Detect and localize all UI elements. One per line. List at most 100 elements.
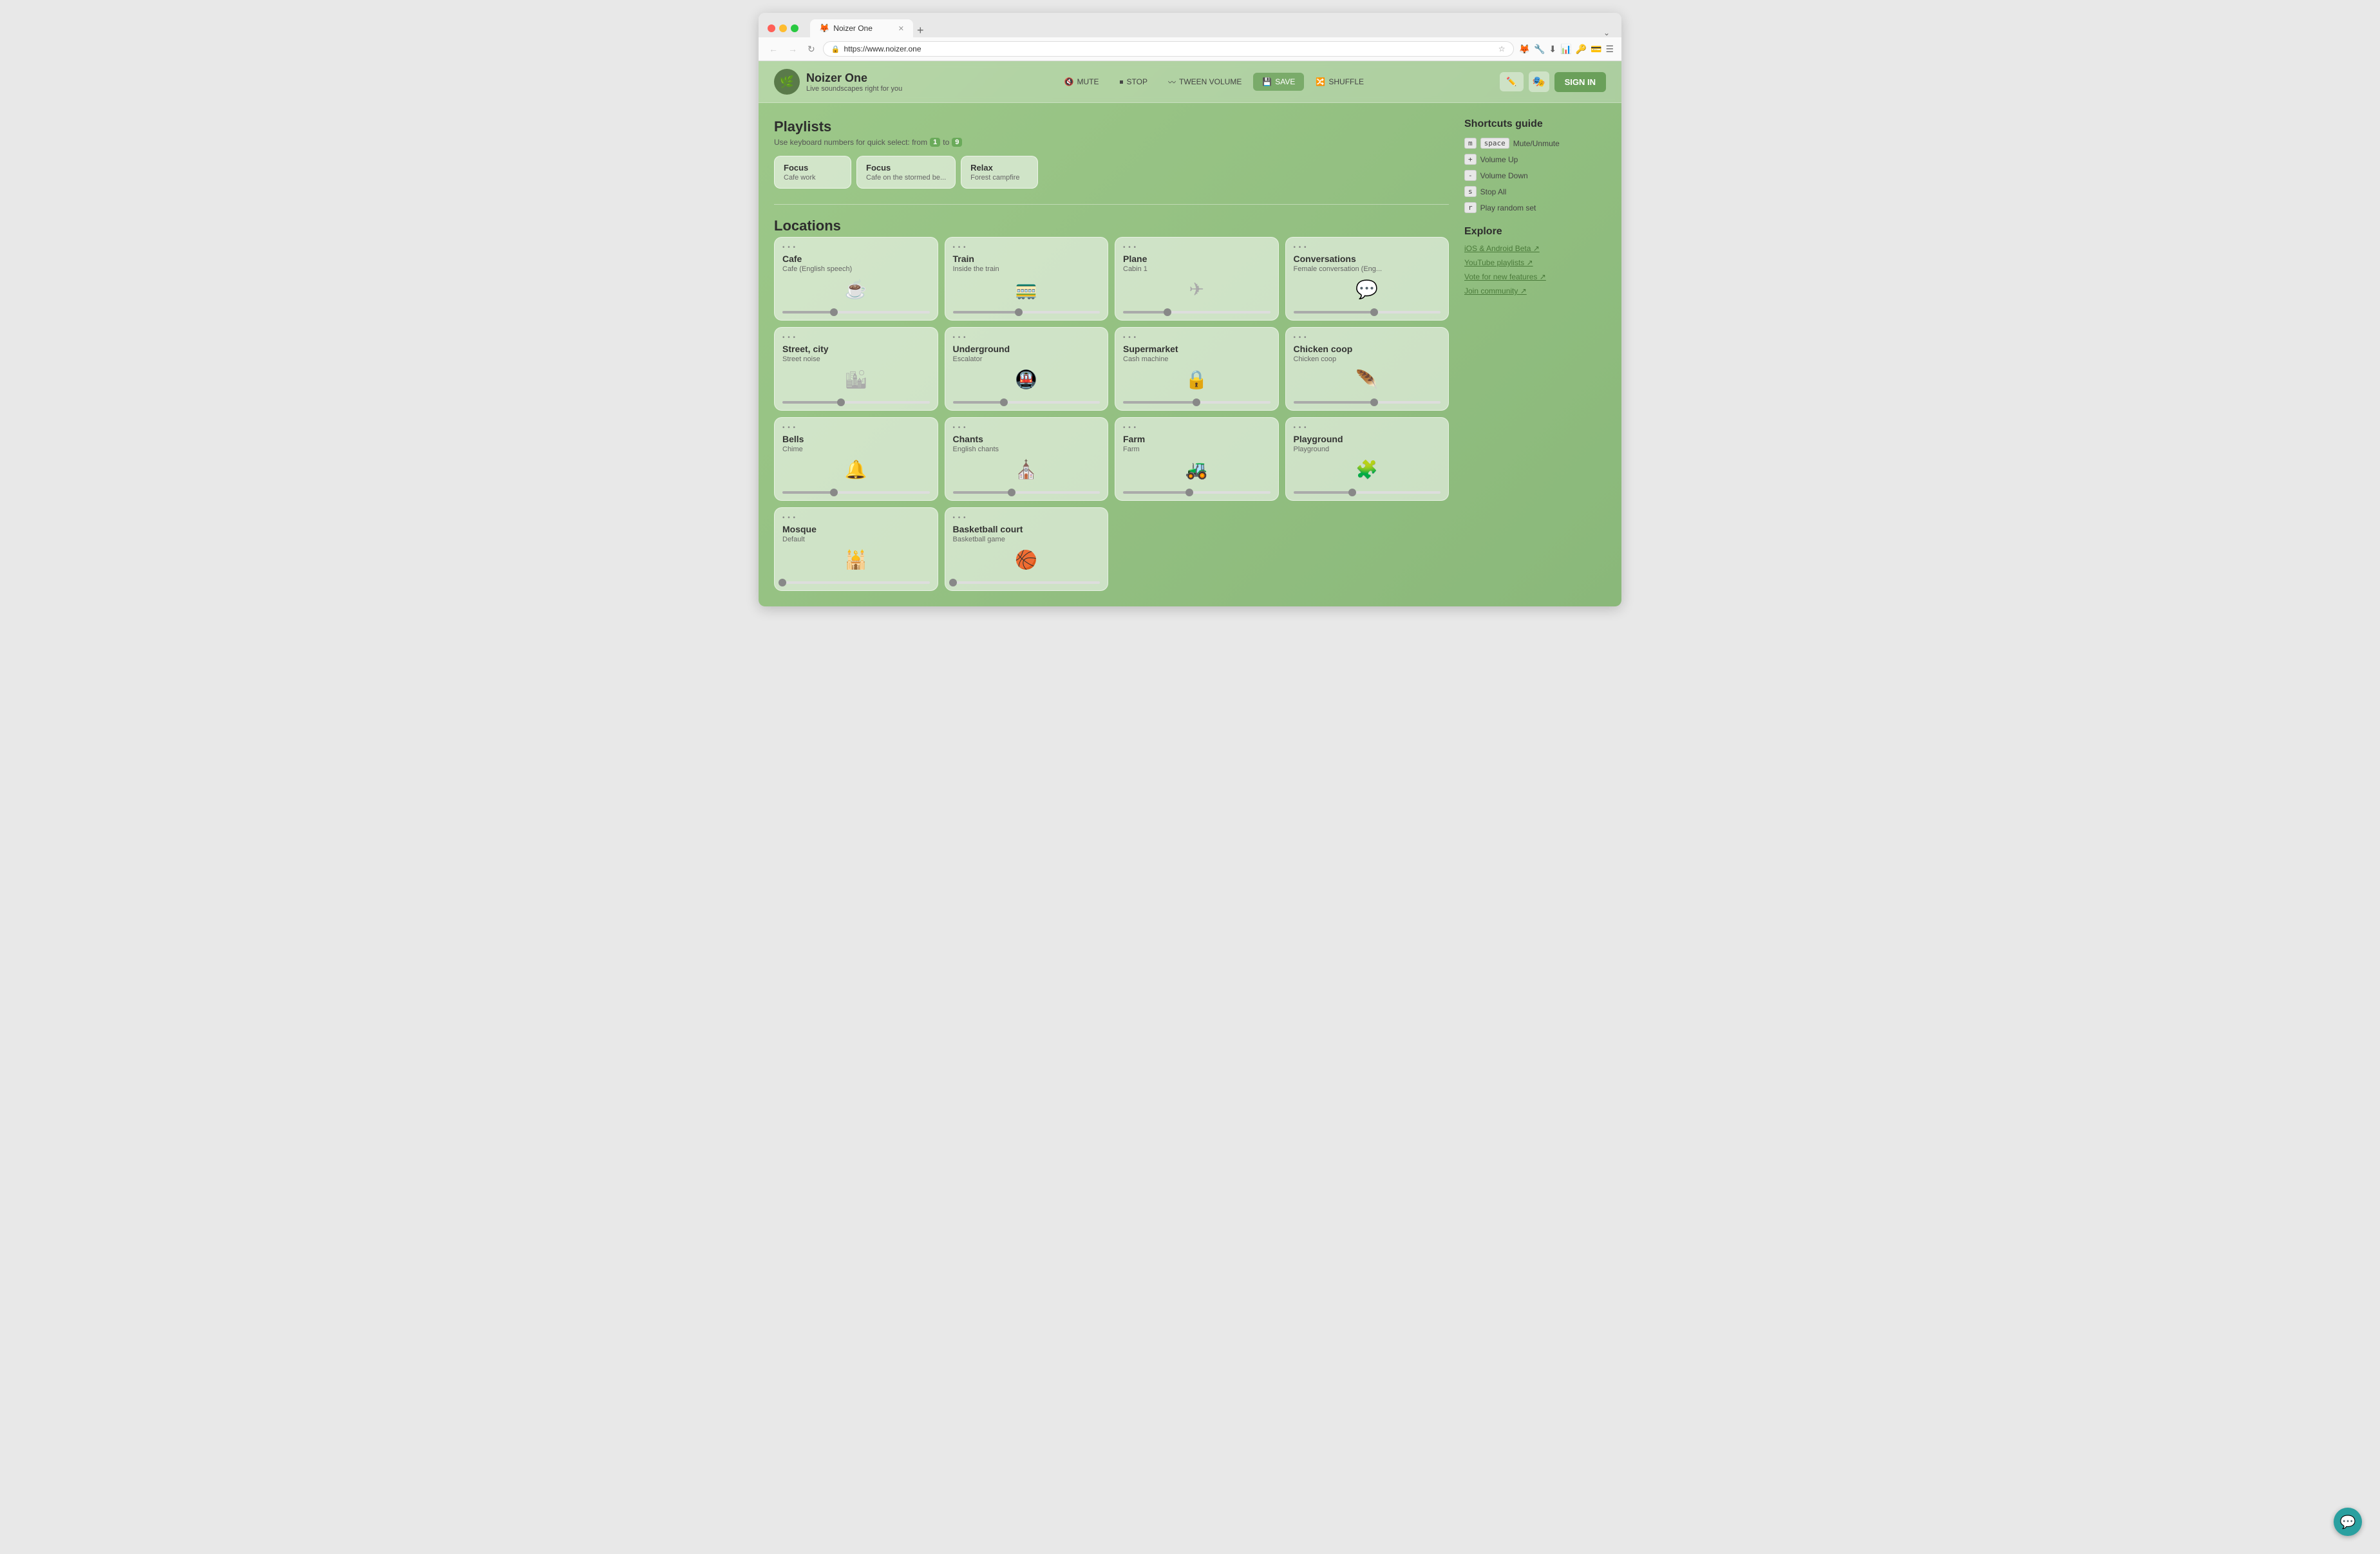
reload-button[interactable]: ↻	[805, 42, 818, 56]
shuffle-button[interactable]: 🔀 SHUFFLE	[1307, 73, 1373, 91]
card-menu-dots[interactable]: • • •	[1294, 424, 1441, 431]
explore-link-1[interactable]: YouTube playlists ↗	[1464, 258, 1606, 267]
volume-slider[interactable]	[953, 311, 1100, 314]
card-menu-dots[interactable]: • • •	[1294, 334, 1441, 341]
fullscreen-traffic-light[interactable]	[791, 24, 798, 32]
slider-thumb[interactable]	[830, 308, 838, 316]
slider-thumb[interactable]	[1000, 398, 1008, 406]
sign-in-button[interactable]: SIGN IN	[1554, 72, 1606, 92]
slider-thumb[interactable]	[779, 579, 786, 586]
location-title: Street, city	[782, 344, 930, 354]
extensions-icon[interactable]: 🦊	[1519, 44, 1530, 55]
card-menu-dots[interactable]: • • •	[1294, 244, 1441, 251]
stop-button[interactable]: ⏹ STOP	[1111, 73, 1157, 91]
location-card-farm[interactable]: • • • Farm Farm 🚜	[1115, 417, 1279, 501]
location-card-cafe[interactable]: • • • Cafe Cafe (English speech) ☕	[774, 237, 938, 321]
location-icon: 🚇	[1015, 368, 1037, 391]
volume-slider[interactable]	[782, 401, 930, 404]
volume-slider[interactable]	[953, 581, 1100, 584]
app-tagline: Live soundscapes right for you	[806, 85, 902, 93]
slider-thumb[interactable]	[1164, 308, 1171, 316]
location-sub: Cafe (English speech)	[782, 265, 930, 273]
card-menu-dots[interactable]: • • •	[782, 244, 930, 251]
volume-slider[interactable]	[1294, 311, 1441, 314]
card-menu-dots[interactable]: • • •	[953, 244, 1100, 251]
tab-close-button[interactable]: ✕	[898, 24, 904, 33]
save-button[interactable]: 💾 SAVE	[1253, 73, 1304, 91]
avatar-button[interactable]: 🎭	[1529, 71, 1549, 92]
volume-slider[interactable]	[782, 581, 930, 584]
explore-link-0[interactable]: iOS & Android Beta ↗	[1464, 244, 1606, 253]
location-card-mosque[interactable]: • • • Mosque Default 🕌	[774, 507, 938, 591]
slider-thumb[interactable]	[1015, 308, 1023, 316]
back-button[interactable]: ←	[766, 42, 780, 55]
location-card-chants[interactable]: • • • Chants English chants ⛪	[945, 417, 1109, 501]
history-icon[interactable]: 📊	[1560, 44, 1571, 55]
slider-thumb[interactable]	[837, 398, 845, 406]
location-card-conversations[interactable]: • • • Conversations Female conversation …	[1285, 237, 1450, 321]
location-card-street--city[interactable]: • • • Street, city Street noise 🏙	[774, 327, 938, 411]
slider-thumb[interactable]	[830, 489, 838, 496]
location-card-basketball-court[interactable]: • • • Basketball court Basketball game 🏀	[945, 507, 1109, 591]
playlist-title: Relax	[970, 163, 1028, 173]
location-card-plane[interactable]: • • • Plane Cabin 1 ✈	[1115, 237, 1279, 321]
more-icon[interactable]: ☰	[1605, 44, 1614, 55]
card-menu-dots[interactable]: • • •	[782, 334, 930, 341]
volume-slider[interactable]	[1123, 491, 1270, 494]
wallet-icon[interactable]: 💳	[1591, 44, 1601, 55]
card-menu-dots[interactable]: • • •	[1123, 424, 1270, 431]
slider-thumb[interactable]	[1185, 489, 1193, 496]
volume-slider[interactable]	[1123, 311, 1270, 314]
location-card-supermarket[interactable]: • • • Supermarket Cash machine 🔒	[1115, 327, 1279, 411]
playlist-card-2[interactable]: Relax Forest campfire	[961, 156, 1038, 189]
card-menu-dots[interactable]: • • •	[782, 424, 930, 431]
tabs-chevron-icon[interactable]: ⌄	[1603, 28, 1610, 37]
close-traffic-light[interactable]	[768, 24, 775, 32]
volume-slider[interactable]	[1123, 401, 1270, 404]
mute-button[interactable]: 🔇 MUTE	[1055, 73, 1108, 91]
slider-thumb[interactable]	[949, 579, 957, 586]
forward-button[interactable]: →	[786, 42, 800, 55]
card-menu-dots[interactable]: • • •	[953, 334, 1100, 341]
location-card-underground[interactable]: • • • Underground Escalator 🚇	[945, 327, 1109, 411]
slider-thumb[interactable]	[1348, 489, 1356, 496]
password-icon[interactable]: 🔑	[1576, 44, 1587, 55]
location-card-playground[interactable]: • • • Playground Playground 🧩	[1285, 417, 1450, 501]
volume-slider[interactable]	[1294, 491, 1441, 494]
playlists-section: Playlists Use keyboard numbers for quick…	[774, 118, 1449, 205]
tools-icon[interactable]: 🔧	[1534, 44, 1545, 55]
card-menu-dots[interactable]: • • •	[1123, 334, 1270, 341]
card-menu-dots[interactable]: • • •	[1123, 244, 1270, 251]
toolbar-right-icons: 🦊 🔧 ⬇ 📊 🔑 💳 ☰	[1519, 44, 1614, 55]
minimize-traffic-light[interactable]	[779, 24, 787, 32]
location-card-bells[interactable]: • • • Bells Chime 🔔	[774, 417, 938, 501]
download-icon[interactable]: ⬇	[1549, 44, 1556, 55]
explore-link-2[interactable]: Vote for new features ↗	[1464, 272, 1606, 281]
volume-slider[interactable]	[782, 311, 930, 314]
card-menu-dots[interactable]: • • •	[953, 514, 1100, 521]
chat-icon: 💬	[2340, 1514, 2356, 1530]
location-sub: Cabin 1	[1123, 265, 1270, 273]
bookmark-icon[interactable]: ☆	[1498, 44, 1506, 53]
slider-thumb[interactable]	[1370, 308, 1378, 316]
chat-fab-button[interactable]: 💬	[2334, 1508, 2362, 1536]
location-card-train[interactable]: • • • Train Inside the train 🚃	[945, 237, 1109, 321]
playlist-card-1[interactable]: Focus Cafe on the stormed be...	[856, 156, 956, 189]
slider-thumb[interactable]	[1370, 398, 1378, 406]
edit-button[interactable]: ✏️	[1500, 72, 1523, 91]
browser-tab-active[interactable]: 🦊 Noizer One ✕	[810, 19, 913, 37]
card-menu-dots[interactable]: • • •	[953, 424, 1100, 431]
slider-thumb[interactable]	[1193, 398, 1200, 406]
slider-thumb[interactable]	[1008, 489, 1015, 496]
volume-slider[interactable]	[1294, 401, 1441, 404]
explore-link-3[interactable]: Join community ↗	[1464, 286, 1606, 295]
volume-slider[interactable]	[953, 401, 1100, 404]
card-menu-dots[interactable]: • • •	[782, 514, 930, 521]
playlist-card-0[interactable]: Focus Cafe work	[774, 156, 851, 189]
volume-slider[interactable]	[782, 491, 930, 494]
volume-slider[interactable]	[953, 491, 1100, 494]
location-card-chicken-coop[interactable]: • • • Chicken coop Chicken coop 🪶	[1285, 327, 1450, 411]
new-tab-button[interactable]: +	[917, 24, 924, 37]
address-bar[interactable]: 🔒 https://www.noizer.one ☆	[823, 41, 1514, 57]
tween-volume-button[interactable]: 〰 TWEEN VOLUME	[1159, 72, 1251, 92]
